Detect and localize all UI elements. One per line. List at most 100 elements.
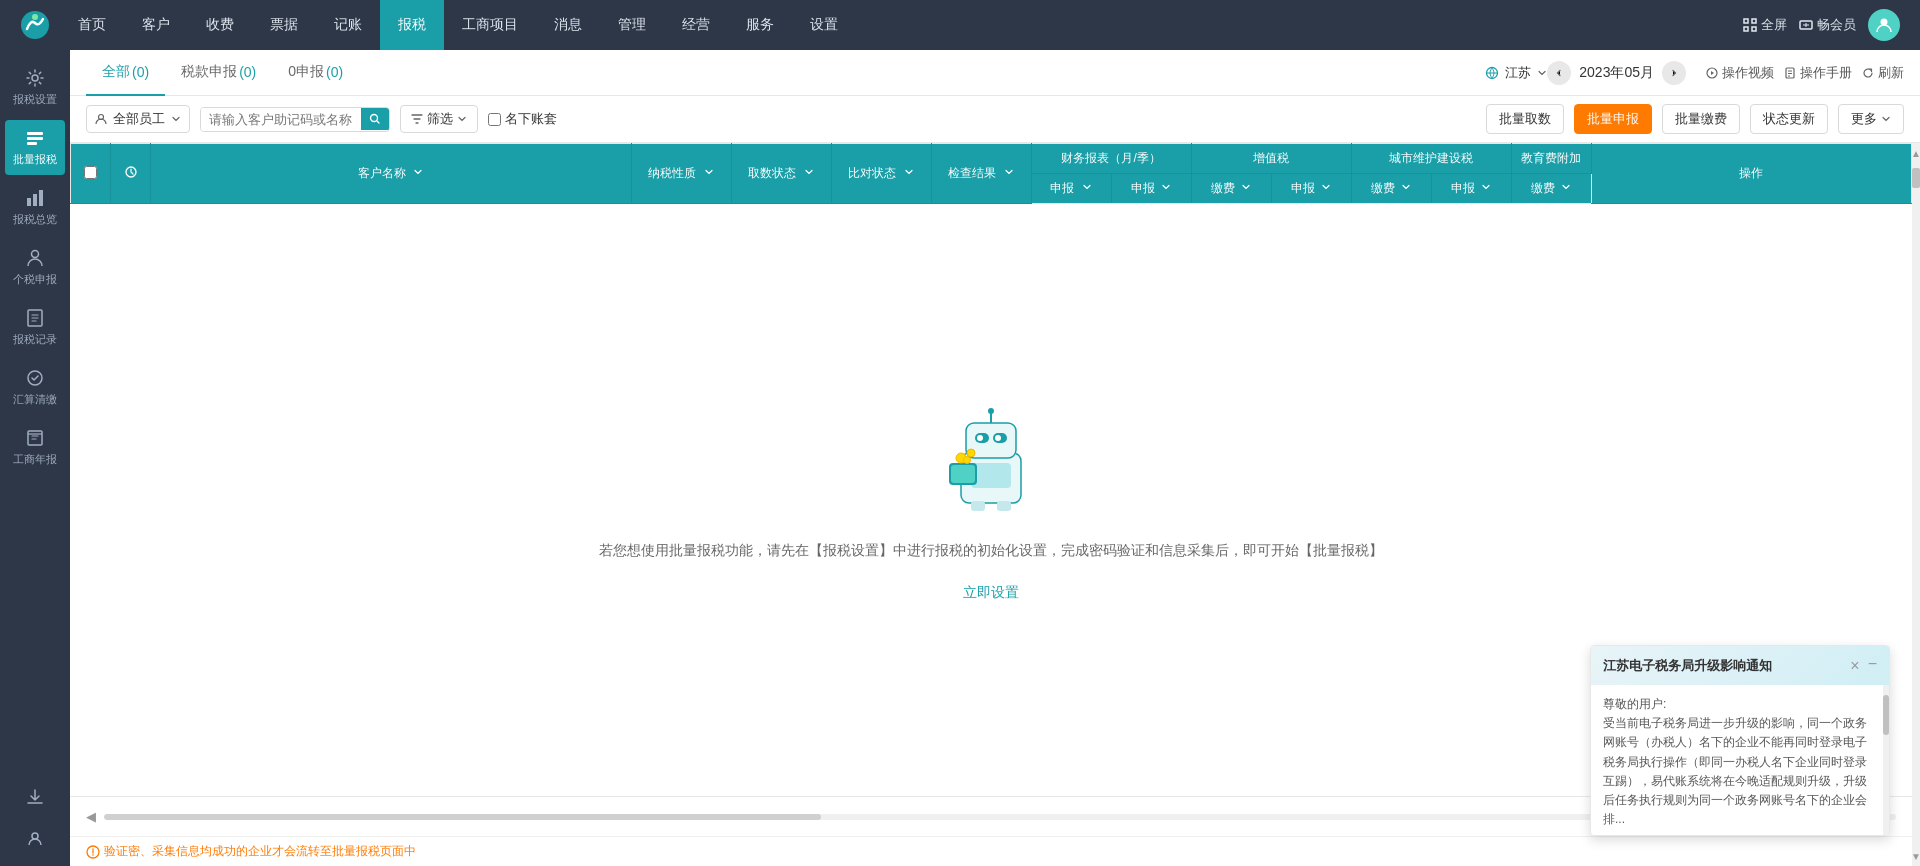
search-button[interactable] [361,108,389,130]
notif-close-btn[interactable]: × [1850,658,1859,674]
sidebar-user-settings[interactable] [5,820,65,856]
sidebar-item-tax-settlement[interactable]: 汇算清缴 [5,360,65,415]
svg-point-24 [371,115,378,122]
svg-point-32 [995,435,1001,441]
notif-text: 尊敬的用户: 受当前电子税务局进一步升级的影响，同一个政务网账号（办税人）名下的… [1603,695,1871,829]
month-prev-btn[interactable] [1547,61,1571,85]
notif-header: 江苏电子税务局升级影响通知 × − [1591,646,1889,685]
more-btn[interactable]: 更多 [1838,104,1904,134]
empty-message: 若您想使用批量报税功能，请先在【报税设置】中进行报税的初始化设置，完成密码验证和… [599,538,1383,563]
notif-minimize-btn[interactable]: − [1868,656,1877,672]
month-next-btn[interactable] [1662,61,1686,85]
svg-point-34 [988,408,994,414]
select-all-checkbox[interactable] [84,166,97,179]
operation-video-btn[interactable]: 操作视频 [1706,64,1774,82]
membership-label: 畅会员 [1817,16,1856,34]
sidebar-item-tax-overview[interactable]: 报税总览 [5,180,65,235]
nav-settings[interactable]: 设置 [792,0,856,50]
checkbox-label-text: 名下账套 [505,110,557,128]
status-update-btn[interactable]: 状态更新 [1750,104,1828,134]
nav-right-actions: 全屏 畅会员 [1743,9,1900,41]
nav-customer[interactable]: 客户 [124,0,188,50]
operation-video-label: 操作视频 [1722,64,1774,82]
nav-operation[interactable]: 经营 [664,0,728,50]
sidebar-label-annual-report: 工商年报 [13,452,57,467]
th-tax-type: 纳税性质 [631,144,731,204]
nav-fee[interactable]: 收费 [188,0,252,50]
th-customer-name: 客户名称 [151,144,632,204]
th-city-report: 申报 [1271,174,1351,204]
sidebar-item-personal-tax[interactable]: 个税申报 [5,240,65,295]
sidebar-item-batch-tax[interactable]: 批量报税 [5,120,65,175]
notif-body: 尊敬的用户: 受当前电子税务局进一步升级的影响，同一个政务网账号（办税人）名下的… [1591,685,1883,835]
month-display: 2023年05月 [1579,64,1654,82]
scroll-up-btn[interactable]: ▲ [1912,143,1920,163]
nav-home[interactable]: 首页 [60,0,124,50]
tab-zero-report[interactable]: 0申报 (0) [272,50,359,96]
svg-point-31 [977,435,983,441]
nav-service[interactable]: 服务 [728,0,792,50]
svg-rect-2 [1744,19,1748,23]
th-edu-pay: 缴费 [1511,174,1591,204]
scroll-track-v [1912,163,1920,846]
scroll-down-btn[interactable]: ▼ [1912,846,1920,866]
app-logo[interactable] [10,0,60,50]
search-input[interactable] [201,108,361,131]
svg-point-15 [32,251,39,258]
membership-btn[interactable]: 畅会员 [1799,16,1856,34]
sidebar-item-annual-report[interactable]: 工商年报 [5,420,65,475]
sidebar-label-batch-tax: 批量报税 [13,152,57,167]
user-avatar[interactable] [1868,9,1900,41]
svg-rect-14 [39,190,43,206]
region-selector[interactable]: 江苏 [1485,64,1547,82]
svg-rect-5 [1752,27,1756,31]
svg-point-19 [32,833,38,839]
sidebar-item-tax-record[interactable]: 报税记录 [5,300,65,355]
th-vat: 增值税 [1191,144,1351,174]
checkbox-subaccount[interactable]: 名下账套 [488,110,557,128]
employee-select-label: 全部员工 [113,110,165,128]
th-financial-report: 财务报表（月/季） [1031,144,1191,174]
sidebar-item-tax-settings[interactable]: 报税设置 [5,60,65,115]
tab-tax-report-count: (0) [239,64,256,80]
nav-invoice[interactable]: 票据 [252,0,316,50]
th-customer-name-label: 客户名称 [358,166,406,180]
batch-pay-btn[interactable]: 批量缴费 [1662,104,1740,134]
subaccount-checkbox[interactable] [488,113,501,126]
nav-accounting[interactable]: 记账 [316,0,380,50]
sidebar-bottom [5,779,65,866]
tab-actions: 操作视频 操作手册 刷新 [1706,64,1904,82]
notif-scroll-thumb [1883,695,1889,735]
table-header-container: 客户名称 纳税性质 取数状态 [70,143,1912,204]
search-box [200,107,390,132]
filter-button[interactable]: 筛选 [400,105,478,133]
main-vertical-scrollbar[interactable]: ▲ ▼ [1912,143,1920,866]
nav-manage[interactable]: 管理 [600,0,664,50]
setup-link[interactable]: 立即设置 [963,584,1019,602]
warning-bar: 验证密、采集信息均成功的企业才会流转至批量报税页面中 [70,836,1912,866]
sidebar-download[interactable] [5,779,65,815]
fullscreen-btn[interactable]: 全屏 [1743,16,1787,34]
tab-tax-report[interactable]: 税款申报 (0) [165,50,272,96]
nav-business[interactable]: 工商项目 [444,0,536,50]
scroll-left-arrow[interactable]: ◀ [86,809,96,824]
svg-rect-13 [33,194,37,206]
tab-all-count: (0) [132,64,149,80]
refresh-btn[interactable]: 刷新 [1862,64,1904,82]
robot-illustration [931,398,1051,518]
nav-message[interactable]: 消息 [536,0,600,50]
th-edu-tax: 教育费附加 [1511,144,1591,174]
nav-tax[interactable]: 报税 [380,0,444,50]
batch-fetch-btn[interactable]: 批量取数 [1486,104,1564,134]
tab-all[interactable]: 全部 (0) [86,50,165,96]
svg-point-8 [32,75,38,81]
operation-manual-btn[interactable]: 操作手册 [1784,64,1852,82]
notif-scrollbar[interactable] [1883,685,1889,835]
th-fetch-status: 取数状态 [731,144,831,204]
th-vat-report: 申报 [1111,174,1191,204]
batch-report-btn[interactable]: 批量申报 [1574,104,1652,134]
svg-point-44 [92,854,94,856]
top-navigation: 首页 客户 收费 票据 记账 报税 工商项目 消息 管理 经营 服务 设置 全屏… [0,0,1920,50]
sidebar-label-tax-overview: 报税总览 [13,212,57,227]
employee-select[interactable]: 全部员工 [86,105,190,133]
